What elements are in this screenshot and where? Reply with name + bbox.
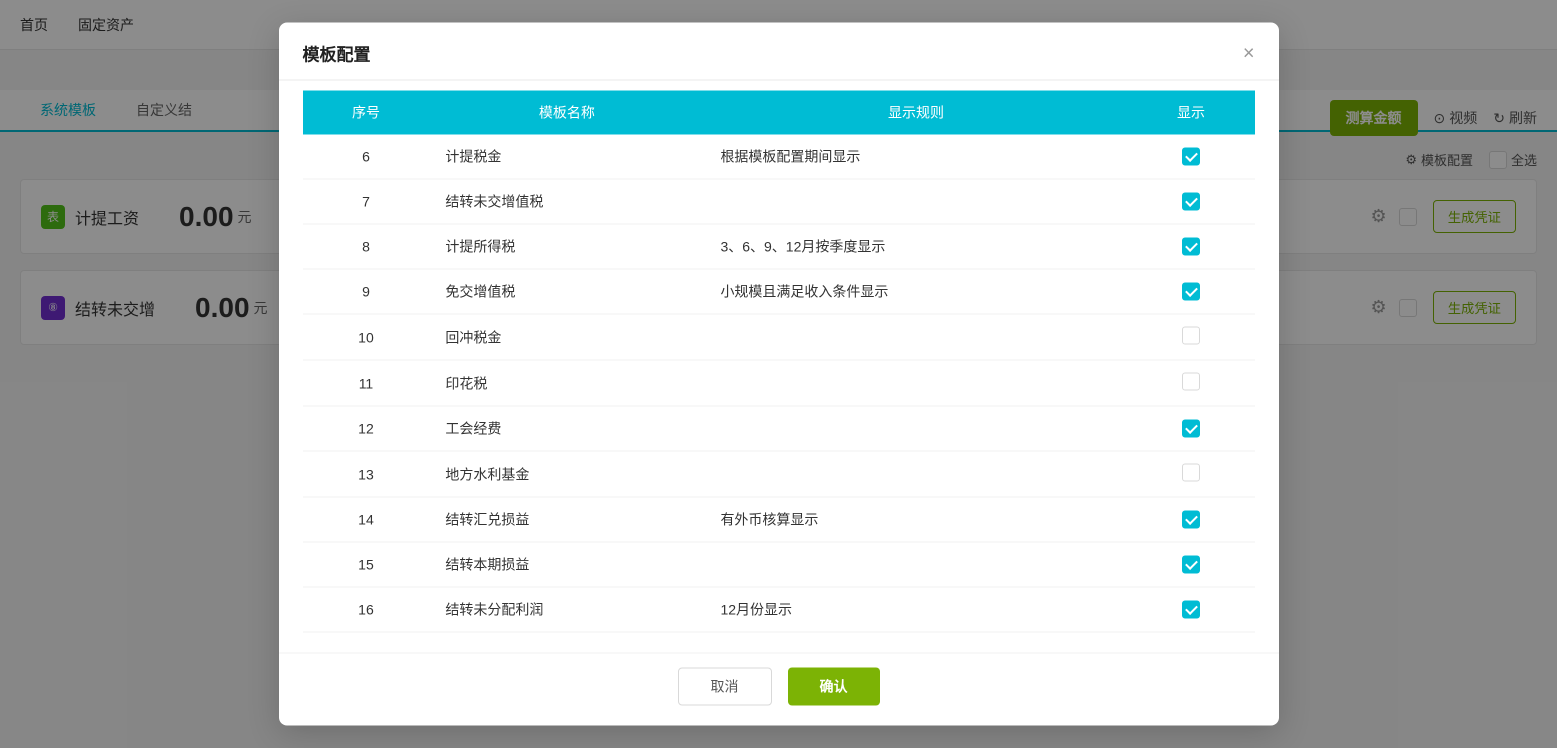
cell-rule [704, 179, 1127, 224]
checkbox-11[interactable] [1182, 373, 1200, 391]
confirm-button[interactable]: 确认 [788, 668, 880, 706]
cell-rule [704, 360, 1127, 406]
cell-checkbox[interactable] [1128, 224, 1255, 269]
cell-name: 结转汇兑损益 [429, 497, 704, 542]
modal-header: 模板配置 × [279, 23, 1279, 81]
cell-id: 6 [303, 135, 430, 180]
cell-id: 9 [303, 269, 430, 314]
cell-id: 16 [303, 587, 430, 632]
cell-rule [704, 406, 1127, 451]
checkbox-9[interactable] [1182, 283, 1200, 301]
cell-checkbox[interactable] [1128, 497, 1255, 542]
checkbox-7[interactable] [1182, 193, 1200, 211]
cell-name: 地方水利基金 [429, 451, 704, 497]
cell-name: 回冲税金 [429, 314, 704, 360]
template-config-modal: 模板配置 × 序号 模板名称 显示规则 显示 6计提税金根据模板配置期间显示7结… [279, 23, 1279, 726]
cell-rule: 3、6、9、12月按季度显示 [704, 224, 1127, 269]
cell-checkbox[interactable] [1128, 542, 1255, 587]
cell-name: 结转未交增值税 [429, 179, 704, 224]
modal-footer: 取消 确认 [279, 653, 1279, 726]
cell-rule [704, 314, 1127, 360]
cell-id: 15 [303, 542, 430, 587]
cell-name: 计提所得税 [429, 224, 704, 269]
checkbox-12[interactable] [1182, 420, 1200, 438]
cell-checkbox[interactable] [1128, 406, 1255, 451]
cell-rule [704, 451, 1127, 497]
cell-checkbox[interactable] [1128, 587, 1255, 632]
col-header-id: 序号 [303, 91, 430, 135]
col-header-show: 显示 [1128, 91, 1255, 135]
cell-name: 印花税 [429, 360, 704, 406]
cancel-button[interactable]: 取消 [678, 668, 772, 706]
cell-checkbox[interactable] [1128, 360, 1255, 406]
cell-checkbox[interactable] [1128, 314, 1255, 360]
cell-rule: 有外币核算显示 [704, 497, 1127, 542]
cell-id: 8 [303, 224, 430, 269]
checkbox-16[interactable] [1182, 601, 1200, 619]
table-row: 12工会经费 [303, 406, 1255, 451]
table-row: 8计提所得税3、6、9、12月按季度显示 [303, 224, 1255, 269]
checkbox-8[interactable] [1182, 238, 1200, 256]
modal-body: 序号 模板名称 显示规则 显示 6计提税金根据模板配置期间显示7结转未交增值税8… [279, 81, 1279, 653]
cell-checkbox[interactable] [1128, 269, 1255, 314]
cell-name: 计提税金 [429, 135, 704, 180]
table-row: 16结转未分配利润12月份显示 [303, 587, 1255, 632]
cell-rule [704, 542, 1127, 587]
cell-rule: 小规模且满足收入条件显示 [704, 269, 1127, 314]
checkbox-6[interactable] [1182, 148, 1200, 166]
checkbox-14[interactable] [1182, 511, 1200, 529]
table-row: 9免交增值税小规模且满足收入条件显示 [303, 269, 1255, 314]
config-table: 序号 模板名称 显示规则 显示 6计提税金根据模板配置期间显示7结转未交增值税8… [303, 91, 1255, 633]
modal-close-button[interactable]: × [1243, 43, 1255, 63]
cell-name: 工会经费 [429, 406, 704, 451]
checkbox-10[interactable] [1182, 327, 1200, 345]
col-header-rule: 显示规则 [704, 91, 1127, 135]
cell-checkbox[interactable] [1128, 451, 1255, 497]
table-row: 6计提税金根据模板配置期间显示 [303, 135, 1255, 180]
cell-id: 13 [303, 451, 430, 497]
table-row: 13地方水利基金 [303, 451, 1255, 497]
table-row: 14结转汇兑损益有外币核算显示 [303, 497, 1255, 542]
cell-checkbox[interactable] [1128, 135, 1255, 180]
cell-id: 12 [303, 406, 430, 451]
cell-id: 11 [303, 360, 430, 406]
checkbox-13[interactable] [1182, 464, 1200, 482]
table-header-row: 序号 模板名称 显示规则 显示 [303, 91, 1255, 135]
table-row: 7结转未交增值税 [303, 179, 1255, 224]
cell-name: 结转本期损益 [429, 542, 704, 587]
table-row: 11印花税 [303, 360, 1255, 406]
cell-name: 免交增值税 [429, 269, 704, 314]
col-header-name: 模板名称 [429, 91, 704, 135]
cell-checkbox[interactable] [1128, 179, 1255, 224]
cell-id: 10 [303, 314, 430, 360]
cell-rule: 12月份显示 [704, 587, 1127, 632]
cell-name: 结转未分配利润 [429, 587, 704, 632]
cell-id: 7 [303, 179, 430, 224]
table-row: 10回冲税金 [303, 314, 1255, 360]
table-body: 6计提税金根据模板配置期间显示7结转未交增值税8计提所得税3、6、9、12月按季… [303, 135, 1255, 633]
cell-rule: 根据模板配置期间显示 [704, 135, 1127, 180]
checkbox-15[interactable] [1182, 556, 1200, 574]
table-row: 15结转本期损益 [303, 542, 1255, 587]
cell-id: 14 [303, 497, 430, 542]
modal-title: 模板配置 [303, 41, 371, 66]
